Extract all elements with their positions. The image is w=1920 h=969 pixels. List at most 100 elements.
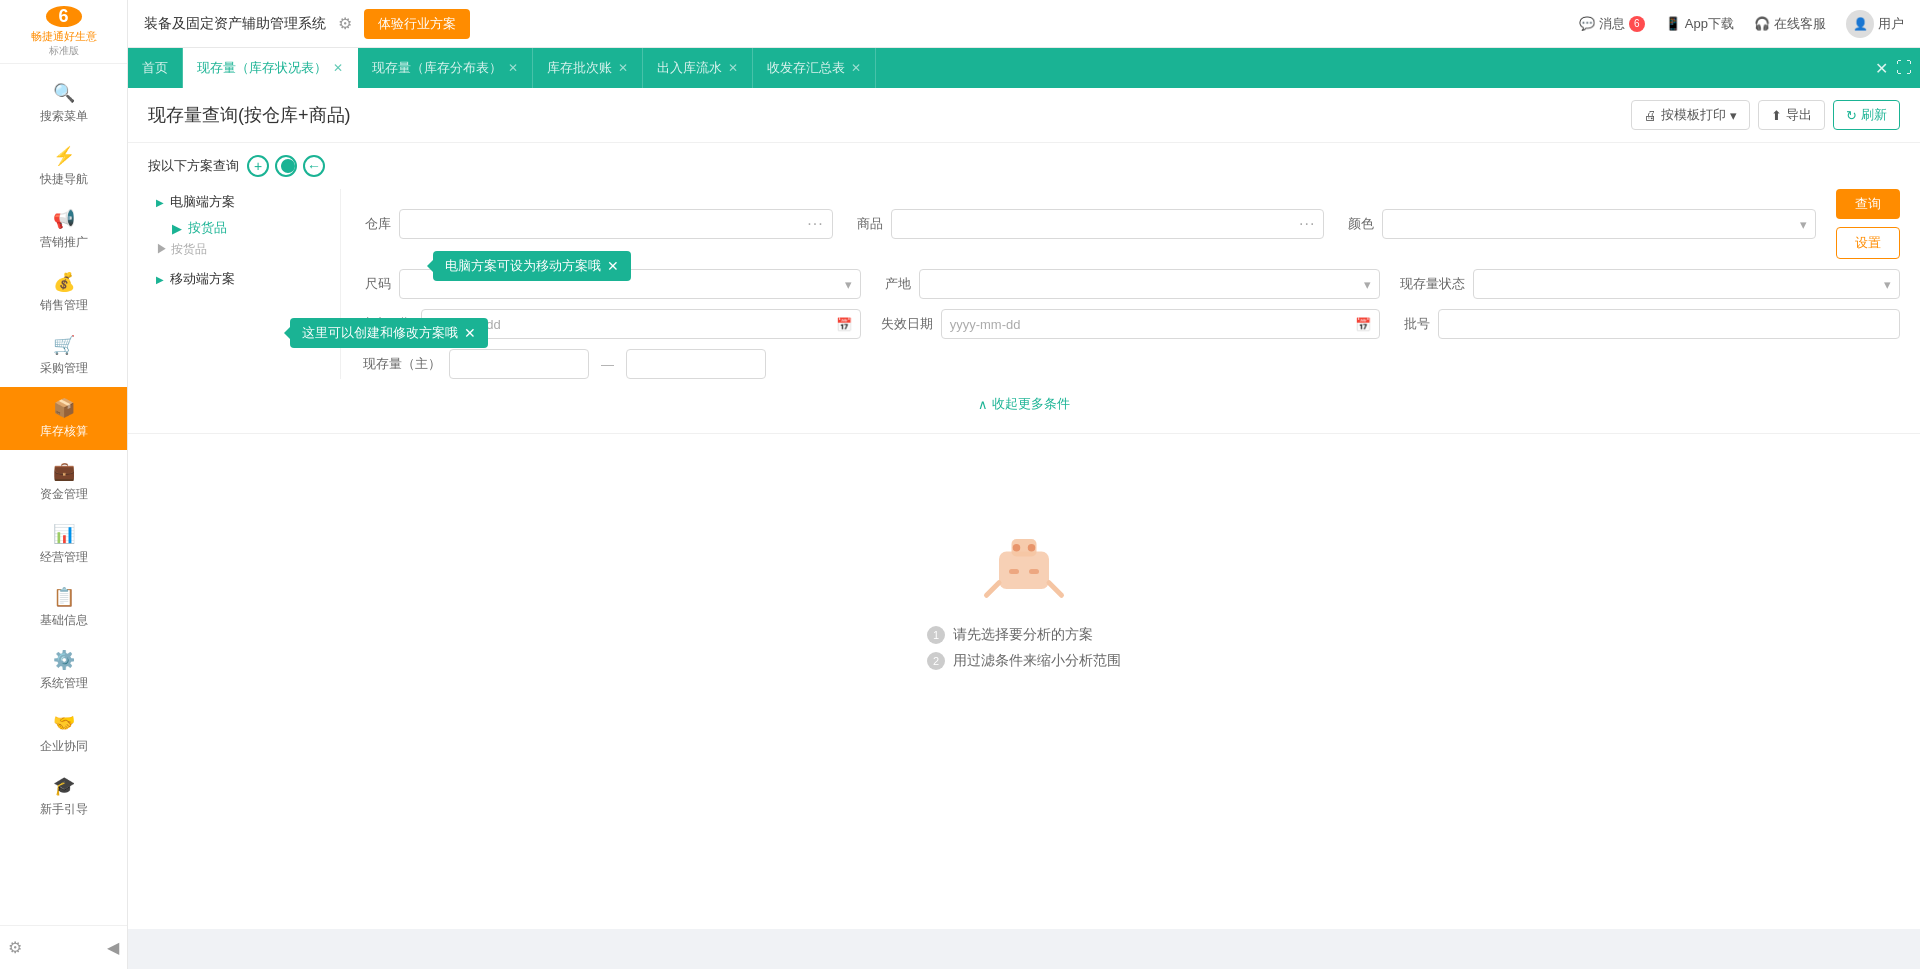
warehouse-label: 仓库	[361, 215, 391, 233]
svg-line-6	[987, 583, 1000, 596]
sidebar-item-base[interactable]: 📋 基础信息	[0, 576, 127, 639]
filter-section: 按以下方案查询 + ↺ ← 电脑方案可设为移动方案哦 ✕	[128, 143, 1920, 434]
svg-point-3	[1028, 544, 1036, 552]
tabs-bar: 首页 现存量（库存状况表） ✕ 现存量（库存分布表） ✕ 库存批次账 ✕ 出入库…	[128, 48, 1920, 88]
stock-status-cell: 现存量状态 ▾	[1400, 269, 1900, 299]
message-action[interactable]: 💬 消息 6	[1579, 15, 1645, 33]
sidebar-item-management-label: 经营管理	[40, 549, 88, 566]
message-badge: 6	[1629, 16, 1645, 32]
logo-area: 6 畅捷通好生意 标准版	[0, 0, 127, 64]
nav-quick-icon: ⚡	[53, 145, 75, 167]
expire-date-calendar-icon[interactable]: 📅	[1355, 317, 1371, 332]
refresh-btn[interactable]: ↻ 刷新	[1833, 100, 1900, 130]
goods-scheme-item[interactable]: ▶ 按货品	[148, 215, 328, 241]
stock-main-cell: 现存量（主） —	[361, 349, 766, 379]
sidebar-item-nav[interactable]: ⚡ 快捷导航	[0, 135, 127, 198]
print-icon: 🖨	[1644, 108, 1657, 123]
stock-status-label: 现存量状态	[1400, 275, 1465, 293]
tab-stock-dist[interactable]: 现存量（库存分布表） ✕	[358, 48, 533, 88]
back-scheme-btn[interactable]: ←	[303, 155, 325, 177]
tab-flow[interactable]: 出入库流水 ✕	[643, 48, 753, 88]
sidebar-item-marketing[interactable]: 📢 营销推广	[0, 198, 127, 261]
sidebar-item-nav-label: 快捷导航	[40, 171, 88, 188]
create-tooltip-close[interactable]: ✕	[464, 325, 476, 341]
search-button[interactable]: 查询	[1836, 189, 1900, 219]
settings-bottom-icon[interactable]: ⚙	[8, 938, 22, 957]
color-chevron-icon: ▾	[1800, 217, 1807, 232]
tab-stock-dist-close[interactable]: ✕	[508, 61, 518, 75]
stock-main-max-input[interactable]	[626, 349, 766, 379]
filter-row-3: 生产日期 yyyy-mm-dd 📅 失效日期 yyyy-mm	[361, 309, 1900, 339]
sidebar-item-purchase-label: 采购管理	[40, 360, 88, 377]
stock-status-input[interactable]: ▾	[1473, 269, 1900, 299]
collapse-row[interactable]: ∧ 收起更多条件	[148, 387, 1900, 421]
sidebar-item-management[interactable]: 📊 经营管理	[0, 513, 127, 576]
scheme-tooltip-close[interactable]: ✕	[607, 258, 619, 274]
svg-line-7	[1049, 583, 1062, 596]
desktop-scheme-item[interactable]: ▶ 电脑端方案	[148, 189, 328, 215]
page-title: 现存量查询(按仓库+商品)	[148, 103, 351, 127]
create-tooltip-text: 这里可以创建和修改方案哦	[302, 324, 458, 342]
batch-label: 批号	[1400, 315, 1430, 333]
tab-flow-close[interactable]: ✕	[728, 61, 738, 75]
filter-label: 按以下方案查询	[148, 157, 239, 175]
warehouse-dots-icon: ···	[807, 215, 823, 233]
sidebar-item-system[interactable]: ⚙️ 系统管理	[0, 639, 127, 702]
svg-point-2	[1013, 544, 1021, 552]
mobile-scheme-item[interactable]: ▶ 移动端方案	[148, 266, 328, 292]
tab-summary[interactable]: 收发存汇总表 ✕	[753, 48, 876, 88]
app-download-action[interactable]: 📱 App下载	[1665, 15, 1734, 33]
tab-summary-label: 收发存汇总表	[767, 59, 845, 77]
tab-home[interactable]: 首页	[128, 48, 183, 88]
warehouse-input[interactable]: ···	[399, 209, 833, 239]
sidebar-item-sales[interactable]: 💰 销售管理	[0, 261, 127, 324]
goods-input[interactable]: ···	[891, 209, 1325, 239]
prod-date-calendar-icon[interactable]: 📅	[836, 317, 852, 332]
sidebar-item-system-label: 系统管理	[40, 675, 88, 692]
template-print-btn[interactable]: 🖨 按模板打印 ▾	[1631, 100, 1750, 130]
sidebar-item-purchase[interactable]: 🛒 采购管理	[0, 324, 127, 387]
tabs-maximize-icon[interactable]: ⛶	[1896, 59, 1912, 77]
sidebar-item-inventory[interactable]: 📦 库存核算	[0, 387, 127, 450]
stock-main-min-input[interactable]	[449, 349, 589, 379]
filter-rows: 仓库 ··· 商品	[361, 189, 1900, 379]
size-chevron-icon: ▾	[845, 277, 852, 292]
expire-date-input[interactable]: yyyy-mm-dd 📅	[941, 309, 1381, 339]
filter-form: 仓库 ··· 商品	[361, 189, 1900, 379]
collapse-sidebar-icon[interactable]: ◀	[107, 938, 119, 957]
online-support-action[interactable]: 🎧 在线客服	[1754, 15, 1826, 33]
desktop-arrow-icon: ▶	[156, 197, 164, 208]
header-right: 💬 消息 6 📱 App下载 🎧 在线客服 👤 用户	[1579, 10, 1904, 38]
sidebar-item-base-label: 基础信息	[40, 612, 88, 629]
tabs-close-all-icon[interactable]: ✕	[1875, 59, 1888, 78]
online-support-label: 在线客服	[1774, 15, 1826, 33]
tab-batch-close[interactable]: ✕	[618, 61, 628, 75]
sidebar-item-search[interactable]: 🔍 搜索菜单	[0, 72, 127, 135]
guide-icon: 🎓	[53, 775, 75, 797]
batch-input[interactable]	[1438, 309, 1900, 339]
sidebar-item-finance[interactable]: 💼 资金管理	[0, 450, 127, 513]
system-settings-icon[interactable]: ⚙	[338, 14, 352, 33]
settings-button[interactable]: 设置	[1836, 227, 1900, 259]
empty-step-2: 2 用过滤条件来缩小分析范围	[927, 652, 1121, 670]
user-action[interactable]: 👤 用户	[1846, 10, 1904, 38]
sidebar-item-guide-label: 新手引导	[40, 801, 88, 818]
add-scheme-btn[interactable]: +	[247, 155, 269, 177]
finance-icon: 💼	[53, 460, 75, 482]
color-input[interactable]: ▾	[1382, 209, 1816, 239]
tab-summary-close[interactable]: ✕	[851, 61, 861, 75]
sidebar: 6 畅捷通好生意 标准版 🔍 搜索菜单 ⚡ 快捷导航 📢 营销推广 💰 销售管理…	[0, 0, 128, 969]
goods-dots-icon: ···	[1299, 215, 1315, 233]
select-goods-hint: ▶ 按货品	[148, 241, 328, 258]
sidebar-item-marketing-label: 营销推广	[40, 234, 88, 251]
export-btn[interactable]: ⬆ 导出	[1758, 100, 1825, 130]
sidebar-item-guide[interactable]: 🎓 新手引导	[0, 765, 127, 828]
tab-stock-status-close[interactable]: ✕	[333, 61, 343, 75]
industry-button[interactable]: 体验行业方案	[364, 9, 470, 39]
filter-row-1: 仓库 ··· 商品	[361, 189, 1900, 259]
tab-batch[interactable]: 库存批次账 ✕	[533, 48, 643, 88]
origin-input[interactable]: ▾	[919, 269, 1381, 299]
tab-stock-status[interactable]: 现存量（库存状况表） ✕	[183, 48, 358, 88]
sidebar-item-enterprise[interactable]: 🤝 企业协同	[0, 702, 127, 765]
search-nav-icon: 🔍	[53, 82, 75, 104]
